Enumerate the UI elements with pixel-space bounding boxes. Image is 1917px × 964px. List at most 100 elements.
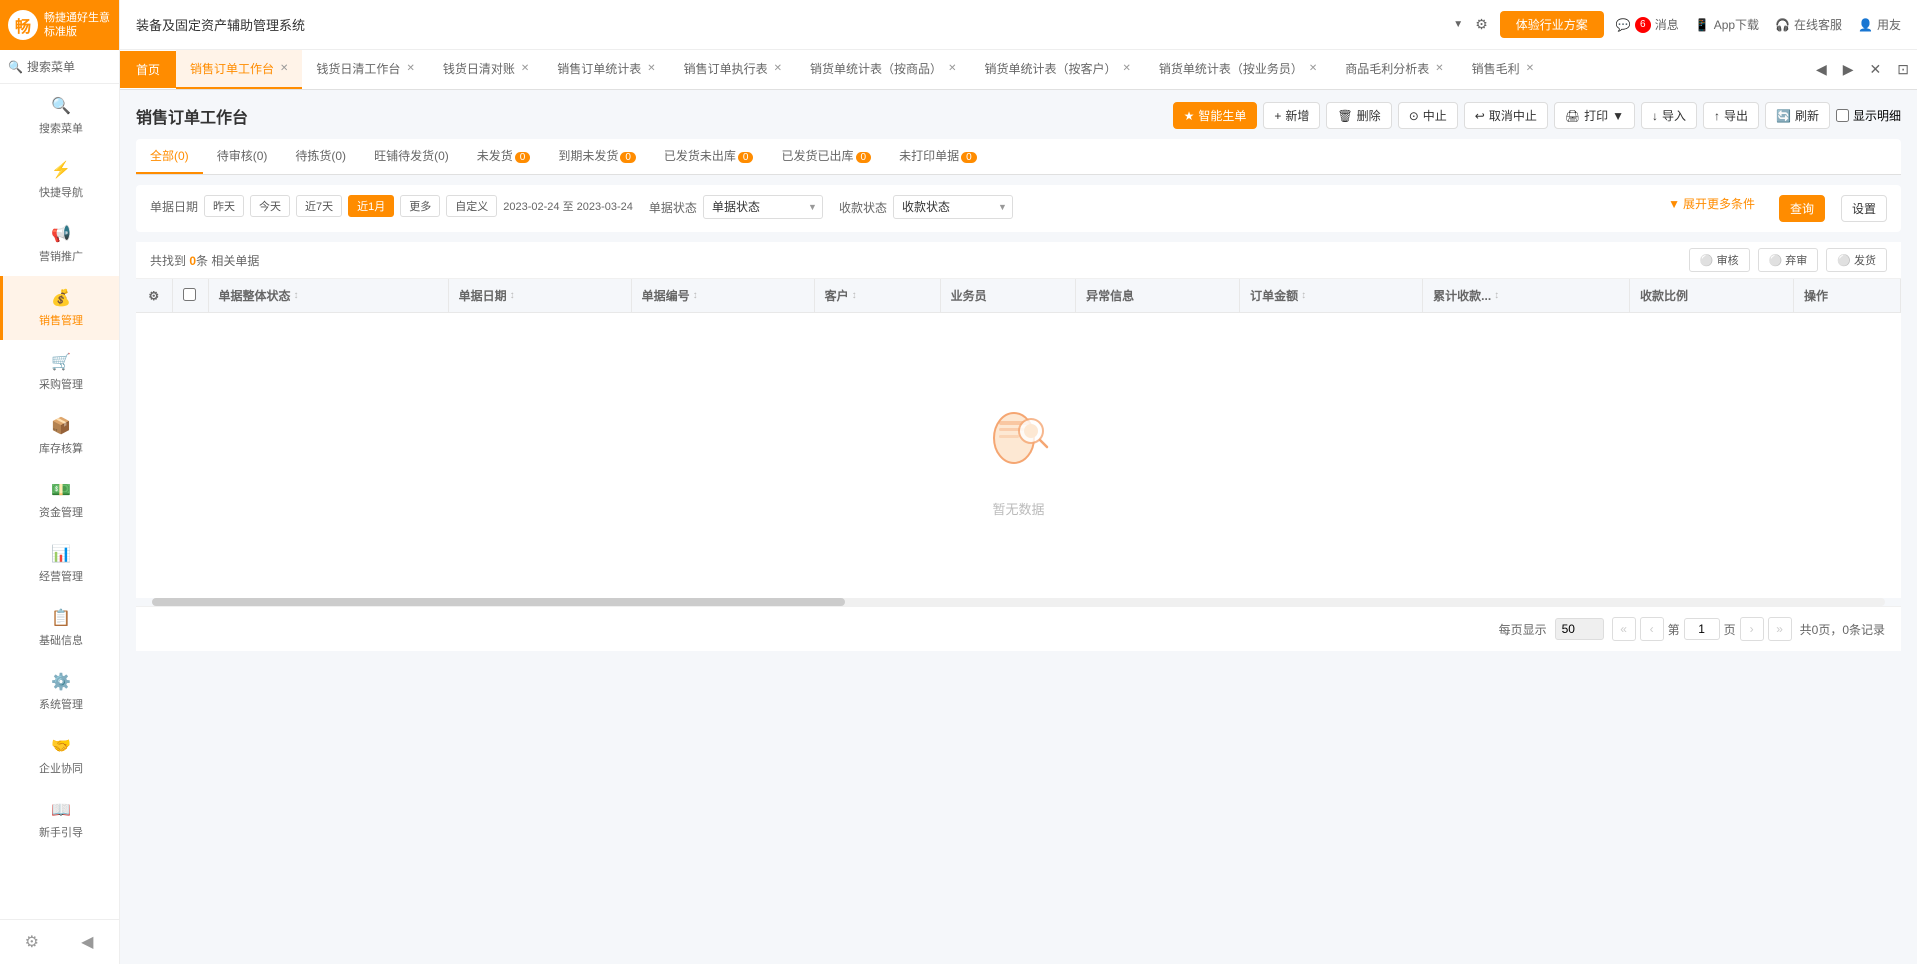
page-next-btn[interactable]: › [1740,617,1764,641]
tab-sales-profit[interactable]: 销售毛利✕ [1458,50,1548,89]
tab-product-margin[interactable]: 商品毛利分析表✕ [1331,50,1457,89]
sub-tab-shipped-out[interactable]: 已发货已出库0 [767,139,885,174]
sidebar-settings-btn[interactable]: ⚙ [8,928,56,956]
print-btn[interactable]: 🖨 打印 ▼ [1554,102,1635,129]
tab-close-icon[interactable]: ✕ [774,63,782,74]
add-btn[interactable]: + 新增 [1263,102,1320,129]
user-tool[interactable]: 👤 用友 [1858,16,1901,33]
page-first-btn[interactable]: « [1612,617,1636,641]
sidebar-item-basic-info[interactable]: 📋基础信息 [0,596,119,660]
show-detail-label[interactable]: 显示明细 [1836,107,1901,124]
tab-sales-customer-stats[interactable]: 销货单统计表（按客户）✕ [970,50,1144,89]
sub-tab-pending-review[interactable]: 待审核(0) [203,139,282,174]
online-service-tool[interactable]: 🎧 在线客服 [1775,16,1842,33]
sub-tab-unprinted[interactable]: 未打印单据0 [885,139,991,174]
date-more-btn[interactable]: 更多 [400,195,440,217]
tab-close-icon[interactable]: ✕ [948,63,956,74]
tab-close-icon[interactable]: ✕ [280,63,288,74]
page-prev-btn[interactable]: ‹ [1640,617,1664,641]
sidebar-item-operations[interactable]: 📊经营管理 [0,532,119,596]
tab-sales-staff-stats[interactable]: 销货单统计表（按业务员）✕ [1145,50,1331,89]
tab-close-icon[interactable]: ✕ [1526,63,1534,74]
tab-close-icon[interactable]: ✕ [1435,63,1443,74]
tab-sales-stats[interactable]: 销售订单统计表✕ [543,50,669,89]
filter-status-select[interactable]: 单据状态 [703,195,823,219]
smart-create-btn[interactable]: ★ 智能生单 [1173,102,1258,129]
tab-close-icon[interactable]: ✕ [647,63,655,74]
sidebar-item-quick-nav[interactable]: ⚡快捷导航 [0,148,119,212]
tab-close-all-btn[interactable]: ✕ [1862,53,1890,86]
sub-tab-shipped-not-out[interactable]: 已发货未出库0 [650,139,768,174]
select-all-checkbox[interactable] [183,288,196,301]
col-date-sort[interactable]: 单据日期↕ [459,287,621,304]
col-amount-sort[interactable]: 订单金额↕ [1250,287,1412,304]
scrollbar-thumb[interactable] [152,598,845,606]
tab-cash-reconcile[interactable]: 钱货日清对账✕ [429,50,543,89]
sidebar-item-purchase[interactable]: 🛒采购管理 [0,340,119,404]
cancel-review-btn[interactable]: ⚪ 弃审 [1758,248,1819,272]
settings-icon[interactable]: ⚙ [1475,16,1488,33]
tab-home[interactable]: 首页 [120,51,176,88]
page-input[interactable] [1684,618,1720,640]
scrollbar-track[interactable] [152,598,1885,606]
sub-tab-pending-inspect[interactable]: 待拣货(0) [281,139,360,174]
date-today-btn[interactable]: 今天 [250,195,290,217]
total-text: 共0页，0条记录 [1800,621,1885,638]
col-status-sort[interactable]: 单据整体状态↕ [219,287,438,304]
sub-tab-overdue-unshipped[interactable]: 到期未发货0 [544,139,650,174]
ship-btn[interactable]: ⚪ 发货 [1826,248,1887,272]
tab-cash-daily[interactable]: 钱货日清工作台✕ [302,50,428,89]
import-btn[interactable]: ↓ 导入 [1641,102,1697,129]
sidebar-item-label: 系统管理 [39,696,83,712]
tab-close-icon[interactable]: ✕ [1122,63,1130,74]
app-download-tool[interactable]: 📱 App下载 [1695,16,1759,33]
tab-scroll-right-btn[interactable]: ▶ [1835,53,1862,86]
show-detail-checkbox[interactable] [1836,109,1849,122]
sidebar-item-system[interactable]: ⚙️系统管理 [0,660,119,724]
date-custom-btn[interactable]: 自定义 [446,195,497,217]
action-btns: ⚪ 审核 ⚪ 弃审 ⚪ 发货 [1689,248,1887,272]
sidebar-item-finance[interactable]: 💵资金管理 [0,468,119,532]
tab-maximize-btn[interactable]: ⊡ [1889,53,1917,86]
col-customer-sort[interactable]: 客户↕ [825,287,930,304]
delete-btn[interactable]: 🗑 删除 [1326,102,1391,129]
filter-settings-btn[interactable]: 设置 [1841,195,1887,222]
tab-sales-exec[interactable]: 销售订单执行表✕ [670,50,796,89]
export-btn[interactable]: ↑ 导出 [1703,102,1759,129]
sidebar-item-sales[interactable]: 💰销售管理 [0,276,119,340]
sub-tab-unshipped[interactable]: 未发货0 [463,139,545,174]
sub-tab-all[interactable]: 全部(0) [136,139,203,174]
sidebar-item-cooperation[interactable]: 🤝企业协同 [0,724,119,788]
sidebar-item-marketing[interactable]: 📢营销推广 [0,212,119,276]
sidebar-item-inventory[interactable]: 📦库存核算 [0,404,119,468]
page-size-select[interactable]: 10 20 50 100 [1555,618,1604,640]
cancel-stop-btn[interactable]: ↩ 取消中止 [1464,102,1548,129]
tab-close-icon[interactable]: ✕ [1309,63,1317,74]
col-checkbox[interactable] [172,279,208,313]
col-number-sort[interactable]: 单据编号↕ [642,287,804,304]
col-collected-sort[interactable]: 累计收款...↕ [1433,287,1619,304]
tab-close-icon[interactable]: ✕ [521,63,529,74]
sidebar-item-guide[interactable]: 📖新手引导 [0,788,119,852]
filter-payment-select[interactable]: 收款状态 [893,195,1013,219]
tab-sales-product-stats[interactable]: 销货单统计表（按商品）✕ [796,50,970,89]
refresh-btn[interactable]: 🔄 刷新 [1765,102,1830,129]
date-7days-btn[interactable]: 近7天 [296,195,342,217]
date-1month-btn[interactable]: 近1月 [348,195,394,217]
review-btn[interactable]: ⚪ 审核 [1689,248,1750,272]
page-last-btn[interactable]: » [1768,617,1792,641]
sidebar-item-search[interactable]: 🔍搜索菜单 [0,84,119,148]
tab-close-icon[interactable]: ✕ [406,63,414,74]
date-yesterday-btn[interactable]: 昨天 [204,195,244,217]
message-tool[interactable]: 💬 6 消息 [1616,16,1679,33]
expand-filter-btn[interactable]: ▼ 展开更多条件 [1668,195,1755,212]
trial-btn[interactable]: 体验行业方案 [1500,11,1604,38]
query-btn[interactable]: 查询 [1779,195,1825,222]
tab-sales-workbench[interactable]: 销售订单工作台✕ [176,50,302,89]
col-settings[interactable]: ⚙ [136,279,172,313]
sidebar-search-btn[interactable]: 🔍 搜索菜单 [0,50,119,84]
tab-scroll-left-btn[interactable]: ◀ [1808,53,1835,86]
sidebar-collapse-btn[interactable]: ◀ [64,928,112,956]
sub-tab-wangpu-ship[interactable]: 旺铺待发货(0) [360,139,463,174]
stop-btn[interactable]: ⊙ 中止 [1398,102,1458,129]
